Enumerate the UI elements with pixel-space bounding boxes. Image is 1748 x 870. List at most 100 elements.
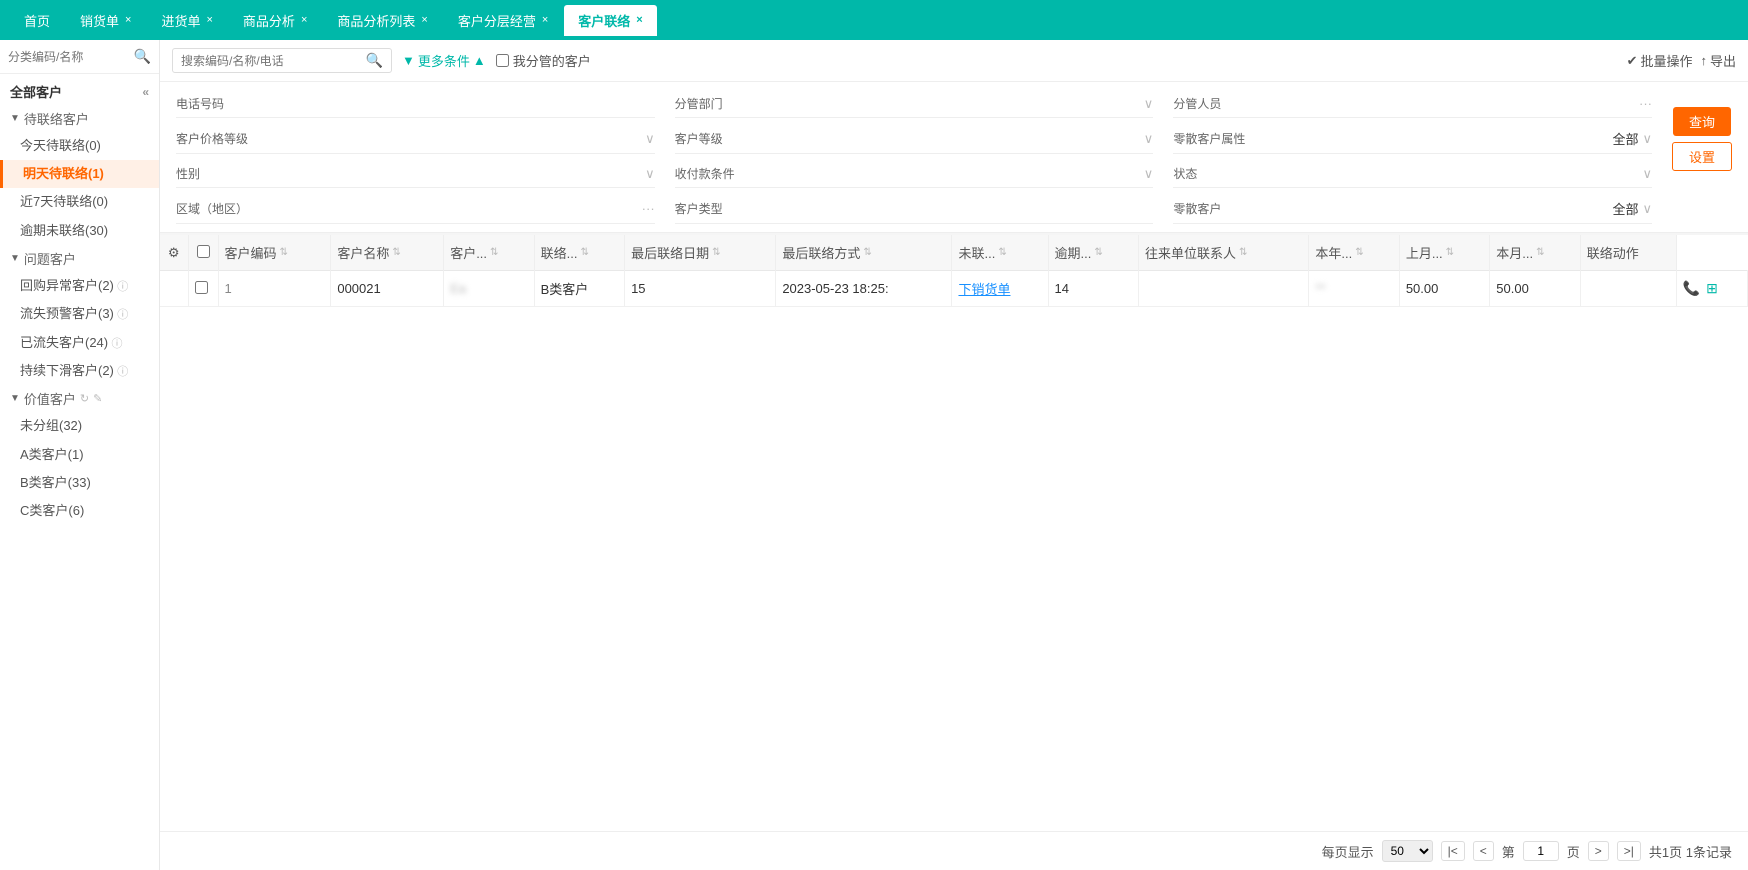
td-last-month: 50.00	[1490, 271, 1580, 307]
nav-product-analysis-close[interactable]: ×	[301, 14, 307, 26]
gear-icon[interactable]: ⚙	[168, 245, 180, 260]
filter-status[interactable]: 状态 ∨	[1173, 160, 1652, 188]
sort-icon-year[interactable]: ⇅	[1355, 247, 1363, 258]
filter-payment[interactable]: 收付款条件 ∨	[675, 160, 1154, 188]
chevron-up-icon: ▲	[473, 53, 486, 68]
grid-action-icon[interactable]: ⊞	[1706, 280, 1718, 297]
select-all-checkbox[interactable]	[197, 245, 210, 258]
search-wrap: 🔍	[172, 48, 392, 73]
row-checkbox[interactable]	[195, 281, 208, 294]
info-icon-1: ⓘ	[117, 281, 128, 293]
filter-customer-grade[interactable]: 客户等级 ∨	[675, 124, 1154, 154]
sidebar-search-icon[interactable]: 🔍	[134, 48, 151, 65]
refresh-icon[interactable]: ↻	[80, 392, 89, 405]
sort-icon-contact[interactable]: ⇅	[580, 247, 588, 258]
th-contact-count: 联络... ⇅	[534, 235, 624, 271]
th-this-month: 本月... ⇅	[1490, 235, 1580, 271]
sort-icon-method[interactable]: ⇅	[863, 247, 871, 258]
content-area: 🔍 ▼ 更多条件 ▲ 我分管的客户 ✔ 批量操作 ↑ 导出	[160, 40, 1748, 870]
data-table: ⚙ 客户编码 ⇅ 客户名称	[160, 235, 1748, 307]
sort-icon-type[interactable]: ⇅	[490, 247, 498, 258]
query-button[interactable]: 查询	[1673, 107, 1731, 136]
sort-icon-code[interactable]: ⇅	[280, 247, 288, 258]
dots-icon-region: ···	[642, 201, 655, 216]
filter-region[interactable]: 区域（地区） ···	[176, 194, 655, 224]
nav-customer-segment-close[interactable]: ×	[542, 14, 548, 26]
nav-home[interactable]: 首页	[10, 5, 64, 36]
td-num-code: 1	[218, 271, 331, 307]
first-page-btn[interactable]: |<	[1441, 841, 1465, 861]
search-input[interactable]	[181, 54, 362, 68]
sort-icon-name[interactable]: ⇅	[392, 247, 400, 258]
sidebar-item-lost-warning[interactable]: 流失预警客户(3) ⓘ	[0, 300, 159, 328]
dots-icon-manager: ···	[1639, 96, 1652, 111]
filter-customer-type[interactable]: 客户类型	[675, 194, 1154, 224]
sidebar-item-lost[interactable]: 已流失客户(24) ⓘ	[0, 329, 159, 357]
th-last-method: 最后联络方式 ⇅	[776, 235, 952, 271]
page-input[interactable]	[1523, 841, 1559, 861]
sidebar-collapse-icon[interactable]: «	[142, 85, 149, 99]
my-customers-checkbox[interactable]	[496, 54, 509, 67]
nav-customer-segment[interactable]: 客户分层经营 ×	[444, 5, 562, 36]
sort-icon-person[interactable]: ⇅	[1239, 247, 1247, 258]
triangle-icon-problem: ▼	[10, 253, 20, 264]
nav-purchase[interactable]: 进货单 ×	[147, 5, 226, 36]
sidebar-item-repurchase-abnormal[interactable]: 回购异常客户(2) ⓘ	[0, 272, 159, 300]
edit-icon[interactable]: ✎	[93, 392, 102, 405]
last-page-btn[interactable]: >|	[1617, 841, 1641, 861]
filter-phone: 电话号码	[176, 90, 655, 118]
top-navigation: 首页 销货单 × 进货单 × 商品分析 × 商品分析列表 × 客户分层经营 × …	[0, 0, 1748, 40]
nav-sales-close[interactable]: ×	[125, 14, 131, 26]
sidebar-item-c-class[interactable]: C类客户(6)	[0, 497, 159, 525]
filter-customer-price[interactable]: 客户价格等级 ∨	[176, 124, 655, 154]
td-check	[188, 271, 218, 307]
filter-gender[interactable]: 性别 ∨	[176, 160, 655, 188]
td-gear	[160, 271, 188, 307]
filter-retail-customer[interactable]: 零散客户 全部 ∨	[1173, 194, 1652, 224]
sidebar-search-input[interactable]	[8, 50, 130, 64]
batch-op-btn[interactable]: ✔ 批量操作	[1627, 51, 1693, 70]
reset-button[interactable]: 设置	[1672, 142, 1732, 171]
chevron-down-icon-retail-cust: ∨	[1642, 201, 1652, 217]
sidebar-item-overdue[interactable]: 逾期未联络(30)	[0, 217, 159, 245]
td-no-contact: 14	[1048, 271, 1138, 307]
info-icon-2: ⓘ	[117, 309, 128, 321]
sidebar: 🔍 全部客户 « ▼ 待联络客户 今天待联络(0) 明天待联络(1) 近7天待联…	[0, 40, 160, 870]
nav-product-analysis[interactable]: 商品分析 ×	[229, 5, 321, 36]
prev-page-btn[interactable]: <	[1473, 841, 1494, 861]
my-customers-checkbox-wrap[interactable]: 我分管的客户	[496, 51, 591, 70]
page-size-select[interactable]: 50 100 200	[1382, 840, 1433, 862]
th-type: 客户... ⇅	[444, 235, 534, 271]
table-row: 1 000021 Ea B类客户 15	[160, 271, 1748, 307]
sort-icon-date[interactable]: ⇅	[712, 247, 720, 258]
td-last-date: 2023-05-23 18:25:	[776, 271, 952, 307]
filter-manager[interactable]: 分管人员 ···	[1173, 90, 1652, 118]
sidebar-item-tomorrow[interactable]: 明天待联络(1)	[0, 160, 159, 188]
triangle-icon-pending: ▼	[10, 113, 20, 124]
sort-icon-this-month[interactable]: ⇅	[1536, 247, 1544, 258]
search-icon-btn[interactable]: 🔍	[366, 52, 383, 69]
export-btn[interactable]: ↑ 导出	[1700, 51, 1736, 70]
sidebar-item-a-class[interactable]: A类客户(1)	[0, 441, 159, 469]
nav-product-analysis-list-close[interactable]: ×	[421, 14, 427, 26]
nav-product-analysis-list[interactable]: 商品分析列表 ×	[323, 5, 441, 36]
th-this-year: 本年... ⇅	[1309, 235, 1399, 271]
filter-retail-attr[interactable]: 零散客户属性 全部 ∨	[1173, 124, 1652, 154]
td-last-method: 下销货单	[952, 271, 1048, 307]
sort-icon-no-contact[interactable]: ⇅	[998, 247, 1006, 258]
nav-purchase-close[interactable]: ×	[206, 14, 212, 26]
next-page-btn[interactable]: >	[1588, 841, 1609, 861]
nav-customer-contact[interactable]: 客户联络 ×	[564, 5, 656, 36]
nav-customer-contact-close[interactable]: ×	[636, 14, 642, 26]
filter-dept[interactable]: 分管部门 ∨	[675, 90, 1154, 118]
sort-icon-last-month[interactable]: ⇅	[1446, 247, 1454, 258]
sidebar-item-week[interactable]: 近7天待联络(0)	[0, 188, 159, 216]
sidebar-item-declining[interactable]: 持续下滑客户(2) ⓘ	[0, 357, 159, 385]
sort-icon-overdue[interactable]: ⇅	[1094, 247, 1102, 258]
more-filter-btn[interactable]: ▼ 更多条件 ▲	[402, 51, 486, 70]
nav-sales[interactable]: 销货单 ×	[66, 5, 145, 36]
sidebar-item-ungrouped[interactable]: 未分组(32)	[0, 412, 159, 440]
sidebar-item-b-class[interactable]: B类客户(33)	[0, 469, 159, 497]
sidebar-item-today[interactable]: 今天待联络(0)	[0, 132, 159, 160]
phone-action-icon[interactable]: 📞	[1683, 280, 1700, 297]
